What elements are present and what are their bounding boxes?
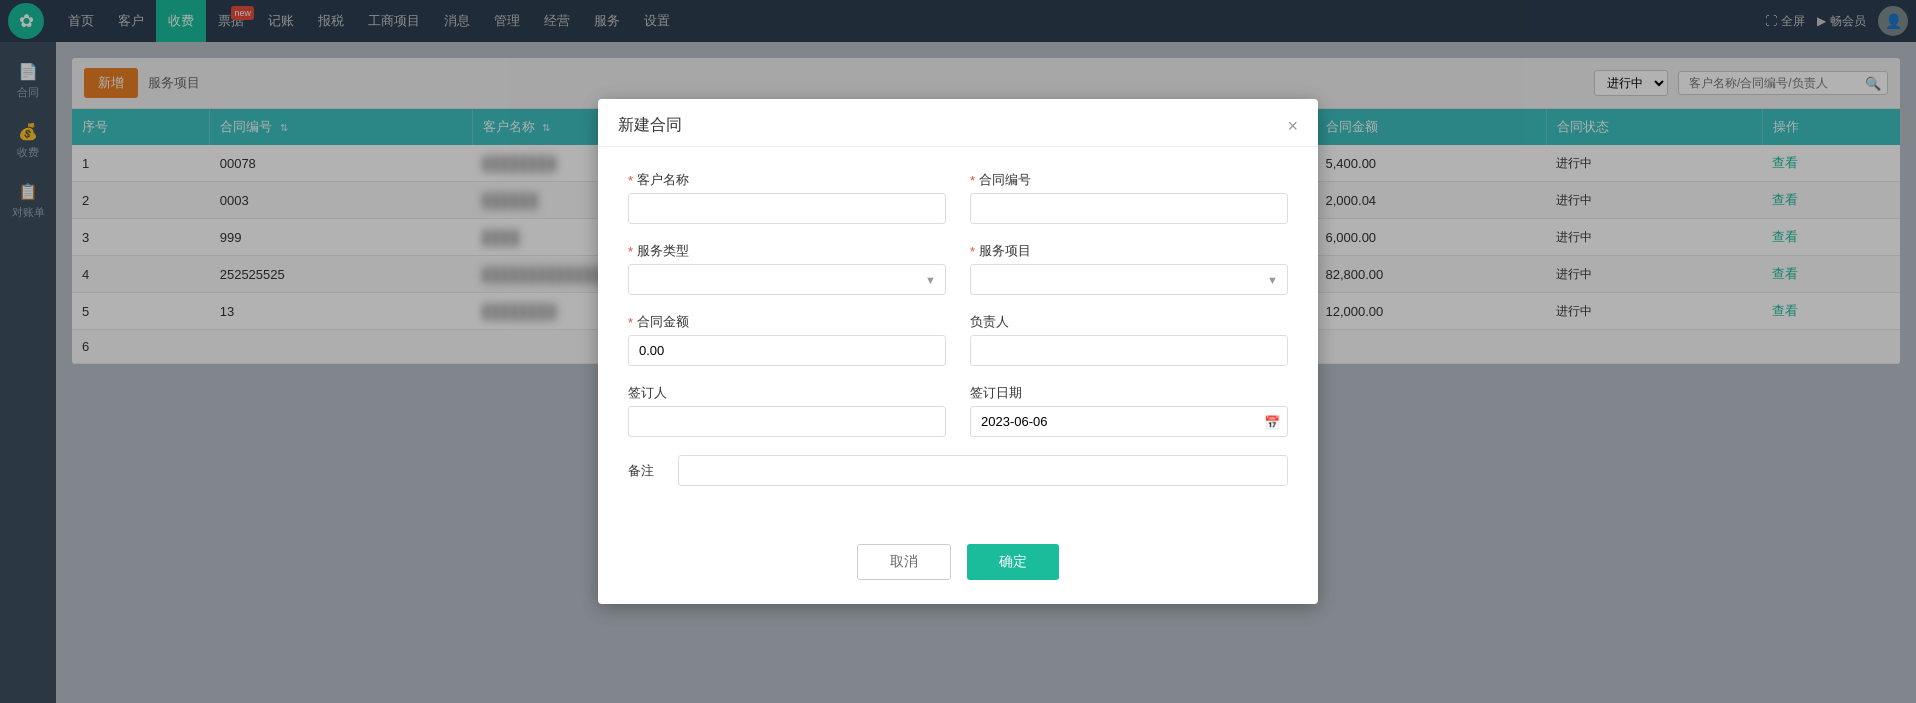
form-row-3: * 合同金额 0.00 负责人 [628,313,1288,366]
modal-header: 新建合同 × [598,99,1318,147]
modal-overlay: 新建合同 × * 客户名称 * 合同编号 [0,0,1916,703]
form-row-1: * 客户名称 * 合同编号 [628,171,1288,224]
amount-input[interactable]: 0.00 [628,335,946,366]
form-group-person: 负责人 [970,313,1288,366]
modal-footer: 取消 确定 [598,528,1318,604]
modal-close-button[interactable]: × [1287,117,1298,135]
form-group-service-item: * 服务项目 ▼ [970,242,1288,295]
service-type-select-wrapper: ▼ [628,264,946,295]
form-group-service-type: * 服务类型 ▼ [628,242,946,295]
modal-title: 新建合同 [618,115,682,136]
person-label: 负责人 [970,313,1288,331]
remark-label: 备注 [628,462,668,480]
sign-date-label: 签订日期 [970,384,1288,402]
signer-label: 签订人 [628,384,946,402]
service-item-select-wrapper: ▼ [970,264,1288,295]
cancel-button[interactable]: 取消 [857,544,951,580]
form-group-contract-no: * 合同编号 [970,171,1288,224]
service-type-select[interactable] [628,264,946,295]
confirm-button[interactable]: 确定 [967,544,1059,580]
form-group-sign-date: 签订日期 2023-06-06 📅 [970,384,1288,437]
new-contract-modal: 新建合同 × * 客户名称 * 合同编号 [598,99,1318,604]
contract-no-input[interactable] [970,193,1288,224]
form-row-4: 签订人 签订日期 2023-06-06 📅 [628,384,1288,437]
form-row-5: 备注 [628,455,1288,486]
amount-label: * 合同金额 [628,313,946,331]
modal-body: * 客户名称 * 合同编号 * [598,147,1318,528]
service-type-label: * 服务类型 [628,242,946,260]
customer-label: * 客户名称 [628,171,946,189]
customer-input[interactable] [628,193,946,224]
sign-date-input[interactable]: 2023-06-06 [970,406,1288,437]
calendar-icon[interactable]: 📅 [1264,414,1280,429]
remark-input[interactable] [678,455,1288,486]
form-group-customer: * 客户名称 [628,171,946,224]
contract-no-label: * 合同编号 [970,171,1288,189]
signer-input[interactable] [628,406,946,437]
date-input-wrapper: 2023-06-06 📅 [970,406,1288,437]
form-group-signer: 签订人 [628,384,946,437]
form-group-remark: 备注 [628,455,1288,486]
service-item-label: * 服务项目 [970,242,1288,260]
person-input[interactable] [970,335,1288,366]
service-item-select[interactable] [970,264,1288,295]
form-group-amount: * 合同金额 0.00 [628,313,946,366]
form-row-2: * 服务类型 ▼ * 服务项目 [628,242,1288,295]
